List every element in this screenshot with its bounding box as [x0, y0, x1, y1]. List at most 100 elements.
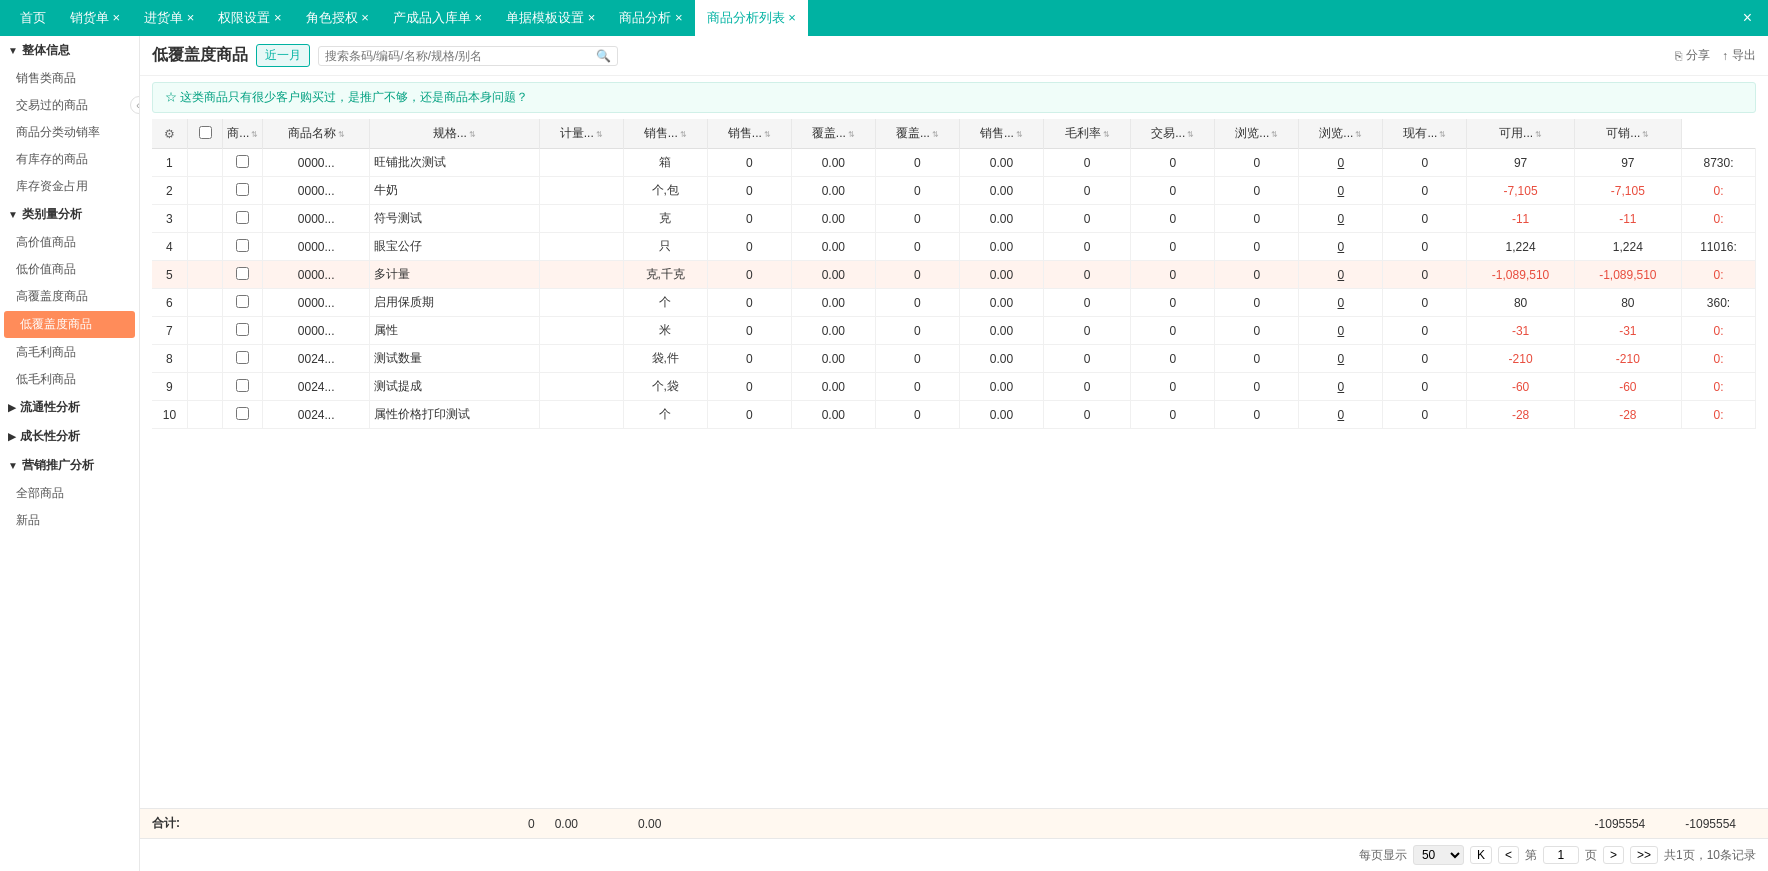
sidebar-item-sales-products[interactable]: 销售类商品 [0, 65, 139, 92]
row-browse1-9[interactable]: 0 [1299, 401, 1383, 429]
col-name[interactable]: 商品名称⇅ [263, 119, 370, 149]
row-browse1-2[interactable]: 0 [1299, 205, 1383, 233]
row-select-3[interactable] [236, 239, 249, 252]
row-settings-1[interactable] [187, 177, 223, 205]
row-settings-5[interactable] [187, 289, 223, 317]
page-title: 低覆盖度商品 [152, 45, 248, 66]
row-select-0[interactable] [236, 155, 249, 168]
col-browse2[interactable]: 浏览...⇅ [1299, 119, 1383, 149]
row-select-6[interactable] [236, 323, 249, 336]
col-sellable[interactable]: 可销...⇅ [1574, 119, 1681, 149]
row-browse1-5[interactable]: 0 [1299, 289, 1383, 317]
row-checkbox-4[interactable] [223, 261, 263, 289]
last-page-button[interactable]: >> [1630, 846, 1658, 864]
col-settings[interactable]: ⚙ [152, 119, 187, 149]
row-browse1-8[interactable]: 0 [1299, 373, 1383, 401]
row-settings-8[interactable] [187, 373, 223, 401]
col-browse1[interactable]: 浏览...⇅ [1215, 119, 1299, 149]
nav-product-analysis[interactable]: 商品分析 × [607, 0, 694, 36]
sidebar-item-low-value[interactable]: 低价值商品 [0, 256, 139, 283]
search-icon[interactable]: 🔍 [596, 49, 611, 63]
col-transaction[interactable]: 交易...⇅ [1131, 119, 1215, 149]
close-button[interactable]: × [1735, 9, 1760, 27]
row-settings-9[interactable] [187, 401, 223, 429]
sidebar-item-high-margin[interactable]: 高毛利商品 [0, 339, 139, 366]
sidebar-item-stocked-products[interactable]: 有库存的商品 [0, 146, 139, 173]
per-page-select[interactable]: 50 20 100 [1413, 845, 1464, 865]
col-available-stock[interactable]: 可用...⇅ [1467, 119, 1574, 149]
sidebar-item-high-coverage[interactable]: 高覆盖度商品 [0, 283, 139, 310]
row-select-7[interactable] [236, 351, 249, 364]
col-sales-other[interactable]: 销售...⇅ [959, 119, 1043, 149]
row-select-4[interactable] [236, 267, 249, 280]
next-page-button[interactable]: > [1603, 846, 1624, 864]
col-spec[interactable]: 规格...⇅ [370, 119, 540, 149]
row-settings-0[interactable] [187, 149, 223, 177]
col-unit[interactable]: 计量...⇅ [539, 119, 623, 149]
row-settings-7[interactable] [187, 345, 223, 373]
sidebar-item-low-margin[interactable]: 低毛利商品 [0, 366, 139, 393]
col-current-stock[interactable]: 现有...⇅ [1383, 119, 1467, 149]
sidebar-section-category[interactable]: ▼ 类别量分析 [0, 200, 139, 229]
sidebar-item-high-value[interactable]: 高价值商品 [0, 229, 139, 256]
row-checkbox-5[interactable] [223, 289, 263, 317]
row-browse1-3[interactable]: 0 [1299, 233, 1383, 261]
nav-purchase[interactable]: 进货单 × [132, 0, 206, 36]
search-input[interactable] [325, 49, 592, 63]
col-coverage2[interactable]: 覆盖...⇅ [875, 119, 959, 149]
col-sales-amount[interactable]: 销售...⇅ [707, 119, 791, 149]
row-settings-6[interactable] [187, 317, 223, 345]
row-select-2[interactable] [236, 211, 249, 224]
sidebar-item-all-products[interactable]: 全部商品 [0, 480, 139, 507]
period-button[interactable]: 近一月 [256, 44, 310, 67]
nav-product-warehouse[interactable]: 产成品入库单 × [381, 0, 494, 36]
select-all-checkbox[interactable] [199, 126, 212, 139]
nav-sales[interactable]: 销货单 × [58, 0, 132, 36]
nav-template-settings[interactable]: 单据模板设置 × [494, 0, 607, 36]
row-checkbox-6[interactable] [223, 317, 263, 345]
col-coverage1[interactable]: 覆盖...⇅ [791, 119, 875, 149]
sidebar-section-growth[interactable]: ▶ 成长性分析 [0, 422, 139, 451]
nav-roles[interactable]: 角色授权 × [294, 0, 381, 36]
row-browse1-4[interactable]: 0 [1299, 261, 1383, 289]
row-settings-2[interactable] [187, 205, 223, 233]
row-select-5[interactable] [236, 295, 249, 308]
sidebar-section-circulation[interactable]: ▶ 流通性分析 [0, 393, 139, 422]
col-sales-qty[interactable]: 销售...⇅ [623, 119, 707, 149]
row-select-8[interactable] [236, 379, 249, 392]
row-code-3: 0000... [263, 233, 370, 261]
row-settings-3[interactable] [187, 233, 223, 261]
col-code[interactable]: 商...⇅ [223, 119, 263, 149]
row-checkbox-1[interactable] [223, 177, 263, 205]
sidebar-section-marketing[interactable]: ▼ 营销推广分析 [0, 451, 139, 480]
page-number-input[interactable] [1543, 846, 1579, 864]
col-checkbox[interactable] [187, 119, 223, 149]
nav-home[interactable]: 首页 [8, 0, 58, 36]
sidebar-section-overall[interactable]: ▼ 整体信息 [0, 36, 139, 65]
export-button[interactable]: ↑ 导出 [1722, 47, 1756, 64]
col-gross-margin[interactable]: 毛利率⇅ [1043, 119, 1130, 149]
first-page-button[interactable]: K [1470, 846, 1492, 864]
row-browse1-1[interactable]: 0 [1299, 177, 1383, 205]
row-select-9[interactable] [236, 407, 249, 420]
row-checkbox-8[interactable] [223, 373, 263, 401]
row-select-1[interactable] [236, 183, 249, 196]
row-checkbox-9[interactable] [223, 401, 263, 429]
row-checkbox-7[interactable] [223, 345, 263, 373]
sidebar-item-category-rate[interactable]: 商品分类动销率 [0, 119, 139, 146]
sidebar-item-low-coverage[interactable]: 低覆盖度商品 [4, 311, 135, 338]
sidebar-item-traded-products[interactable]: 交易过的商品 [0, 92, 139, 119]
nav-permissions[interactable]: 权限设置 × [206, 0, 293, 36]
row-settings-4[interactable] [187, 261, 223, 289]
row-checkbox-3[interactable] [223, 233, 263, 261]
sidebar-item-new-products[interactable]: 新品 [0, 507, 139, 534]
row-checkbox-0[interactable] [223, 149, 263, 177]
prev-page-button[interactable]: < [1498, 846, 1519, 864]
row-browse1-7[interactable]: 0 [1299, 345, 1383, 373]
row-browse1-6[interactable]: 0 [1299, 317, 1383, 345]
row-checkbox-2[interactable] [223, 205, 263, 233]
row-browse1-0[interactable]: 0 [1299, 149, 1383, 177]
sidebar-item-inventory-capital[interactable]: 库存资金占用 [0, 173, 139, 200]
share-button[interactable]: ⎘ 分享 [1675, 47, 1710, 64]
nav-product-analysis-list[interactable]: 商品分析列表 × [695, 0, 808, 36]
